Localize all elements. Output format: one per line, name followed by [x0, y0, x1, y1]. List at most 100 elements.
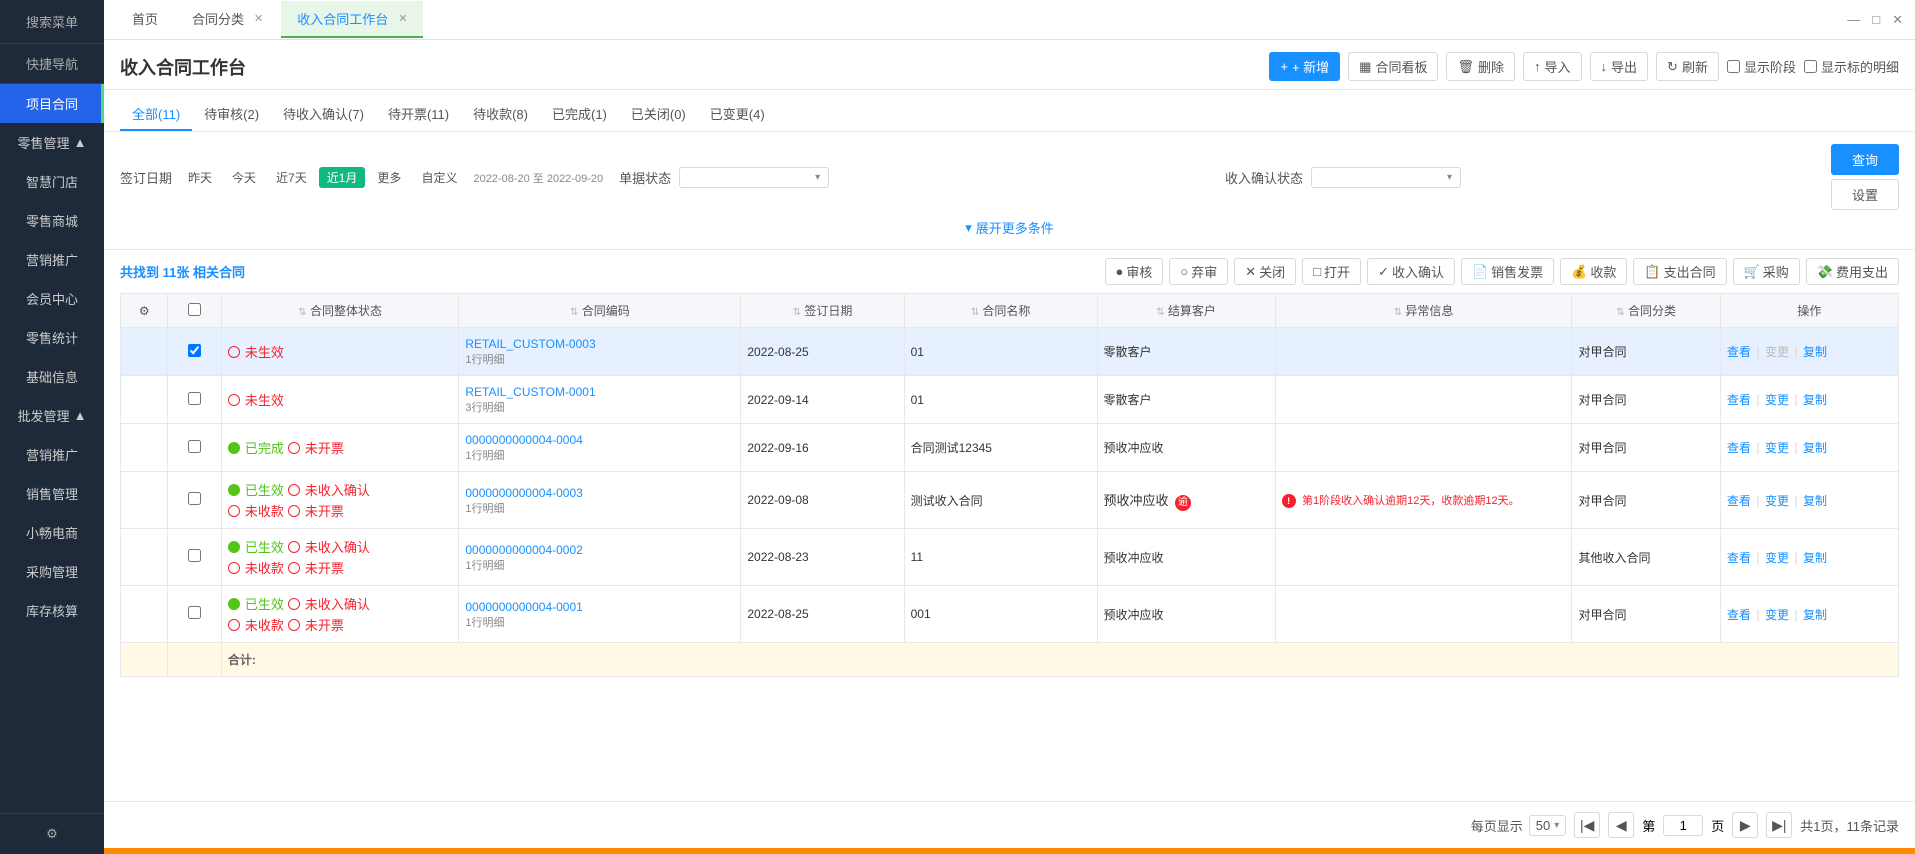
maximize-icon[interactable]: □: [1872, 12, 1880, 28]
sidebar-search[interactable]: 搜索菜单: [0, 0, 104, 44]
tab-close-income-contract[interactable]: ✕: [398, 12, 407, 25]
prev-page-btn[interactable]: ◀: [1608, 812, 1634, 838]
contract-link4[interactable]: 0000000000004-0003: [465, 486, 582, 500]
refresh-btn[interactable]: ↻ 刷新: [1656, 52, 1719, 81]
minimize-icon[interactable]: —: [1847, 12, 1860, 28]
first-page-btn[interactable]: |◀: [1574, 812, 1600, 838]
copy-link[interactable]: 复制: [1803, 345, 1827, 359]
copy-link3[interactable]: 复制: [1803, 441, 1827, 455]
open-btn[interactable]: □ 打开: [1302, 258, 1361, 285]
copy-link6[interactable]: 复制: [1803, 608, 1827, 622]
sidebar-item-retail-mall[interactable]: 零售商城: [0, 201, 104, 240]
import-btn[interactable]: ↑ 导入: [1523, 52, 1582, 81]
edit-link5[interactable]: 变更: [1765, 551, 1789, 565]
date-opt-1month[interactable]: 近1月: [319, 167, 366, 188]
filter-tab-closed[interactable]: 已关闭(0): [619, 98, 698, 131]
sidebar-item-sales[interactable]: 销售管理: [0, 474, 104, 513]
date-opt-custom[interactable]: 自定义: [413, 167, 465, 188]
sort-icon: ⇅: [298, 307, 306, 318]
show-detail-checkbox[interactable]: 显示标的明细: [1804, 57, 1899, 76]
copy-link2[interactable]: 复制: [1803, 393, 1827, 407]
status-select[interactable]: ▾: [679, 167, 829, 188]
view-link[interactable]: 查看: [1727, 345, 1751, 359]
expense-contract-btn[interactable]: 📋 支出合同: [1633, 258, 1726, 285]
expense-out-btn[interactable]: 💸 费用支出: [1806, 258, 1899, 285]
sidebar-item-marketing2[interactable]: 营销推广: [0, 435, 104, 474]
edit-link6[interactable]: 变更: [1765, 608, 1789, 622]
col-settings[interactable]: ⚙: [121, 294, 168, 328]
edit-link2[interactable]: 变更: [1765, 393, 1789, 407]
sidebar-item-ecommerce[interactable]: 小畅电商: [0, 513, 104, 552]
filter-tab-all[interactable]: 全部(11): [120, 98, 192, 131]
contract-link3[interactable]: 0000000000004-0004: [465, 433, 582, 447]
filter-tab-pending-review[interactable]: 待审核(2): [192, 98, 271, 131]
tab-contract-category[interactable]: 合同分类 ✕: [176, 1, 279, 38]
income-confirm-btn[interactable]: ✓ 收入确认: [1367, 258, 1455, 285]
filter-tab-changed[interactable]: 已变更(4): [698, 98, 777, 131]
sidebar-item-retail-mgmt[interactable]: 零售管理 ▲: [0, 123, 104, 162]
expand-btn[interactable]: ▾ 展开更多条件: [965, 218, 1054, 237]
sidebar-item-member[interactable]: 会员中心: [0, 279, 104, 318]
edit-link[interactable]: 变更: [1765, 345, 1789, 359]
filter-tab-pending-payment[interactable]: 待收款(8): [461, 98, 540, 131]
select-all-checkbox[interactable]: [188, 303, 201, 316]
table-info: 共找到 11张 相关合同 ● 审核 ○ 弃审: [120, 250, 1899, 293]
confirm-select[interactable]: ▾: [1311, 167, 1461, 188]
sidebar-settings[interactable]: ⚙: [0, 813, 104, 854]
sidebar-item-smart-store[interactable]: 智慧门店: [0, 162, 104, 201]
search-btn[interactable]: 查询: [1831, 144, 1899, 175]
purchase-btn[interactable]: 🛒 采购: [1733, 258, 1800, 285]
tab-home[interactable]: 首页: [116, 1, 174, 38]
copy-link4[interactable]: 复制: [1803, 494, 1827, 508]
filter-tab-pending-invoice[interactable]: 待开票(11): [376, 98, 461, 131]
col-checkbox[interactable]: [168, 294, 221, 328]
sort-icon3: ⇅: [793, 307, 801, 318]
date-opt-yesterday[interactable]: 昨天: [180, 167, 220, 188]
sidebar-item-inventory[interactable]: 库存核算: [0, 591, 104, 630]
page-input[interactable]: [1663, 815, 1703, 836]
view-link3[interactable]: 查看: [1727, 441, 1751, 455]
contract-link6[interactable]: 0000000000004-0001: [465, 600, 582, 614]
sidebar-item-basic-info[interactable]: 基础信息: [0, 357, 104, 396]
date-opt-more[interactable]: 更多: [369, 167, 409, 188]
contract-link[interactable]: RETAIL_CUSTOM-0003: [465, 337, 595, 351]
page-size-select[interactable]: 50 ▾: [1529, 815, 1567, 836]
last-page-btn[interactable]: ▶|: [1766, 812, 1792, 838]
date-opt-today[interactable]: 今天: [224, 167, 264, 188]
tab-close-contract-category[interactable]: ✕: [254, 12, 263, 25]
setting-btn[interactable]: 设置: [1831, 179, 1899, 210]
contract-link2[interactable]: RETAIL_CUSTOM-0001: [465, 385, 595, 399]
sidebar-item-purchase[interactable]: 采购管理: [0, 552, 104, 591]
date-opt-7days[interactable]: 近7天: [268, 167, 315, 188]
filter-tab-pending-confirm[interactable]: 待收入确认(7): [271, 98, 376, 131]
kanban-btn[interactable]: ▦ 合同看板: [1348, 52, 1438, 81]
export-btn[interactable]: ↓ 导出: [1590, 52, 1649, 81]
review-btn[interactable]: ● 审核: [1105, 258, 1164, 285]
sidebar-item-retail-stats[interactable]: 零售统计: [0, 318, 104, 357]
new-btn[interactable]: + + 新增: [1269, 52, 1340, 81]
view-link4[interactable]: 查看: [1727, 494, 1751, 508]
contract-link5[interactable]: 0000000000004-0002: [465, 543, 582, 557]
show-stage-checkbox[interactable]: 显示阶段: [1727, 57, 1796, 76]
view-link6[interactable]: 查看: [1727, 608, 1751, 622]
copy-link5[interactable]: 复制: [1803, 551, 1827, 565]
close-btn[interactable]: ✕ 关闭: [1234, 258, 1296, 285]
sidebar-item-project-contract[interactable]: 项目合同: [0, 84, 104, 123]
col-contract-code: ⇅ 合同编码: [459, 294, 741, 328]
tab-income-contract[interactable]: 收入合同工作台 ✕: [281, 1, 423, 38]
payment-btn[interactable]: 💰 收款: [1560, 258, 1627, 285]
sidebar-nav[interactable]: 快捷导航: [0, 44, 104, 84]
edit-link3[interactable]: 变更: [1765, 441, 1789, 455]
close-icon[interactable]: ✕: [1892, 12, 1903, 28]
abandon-btn[interactable]: ○ 弃审: [1169, 258, 1228, 285]
sales-invoice-btn[interactable]: 📄 销售发票: [1461, 258, 1554, 285]
view-link5[interactable]: 查看: [1727, 551, 1751, 565]
row-checkbox[interactable]: [168, 328, 221, 376]
sidebar-item-wholesale[interactable]: 批发管理 ▲: [0, 396, 104, 435]
sidebar-item-marketing1[interactable]: 营销推广: [0, 240, 104, 279]
next-page-btn[interactable]: ▶: [1732, 812, 1758, 838]
filter-tab-completed[interactable]: 已完成(1): [540, 98, 619, 131]
edit-link4[interactable]: 变更: [1765, 494, 1789, 508]
delete-btn[interactable]: 🗑 删除: [1446, 52, 1515, 81]
view-link2[interactable]: 查看: [1727, 393, 1751, 407]
